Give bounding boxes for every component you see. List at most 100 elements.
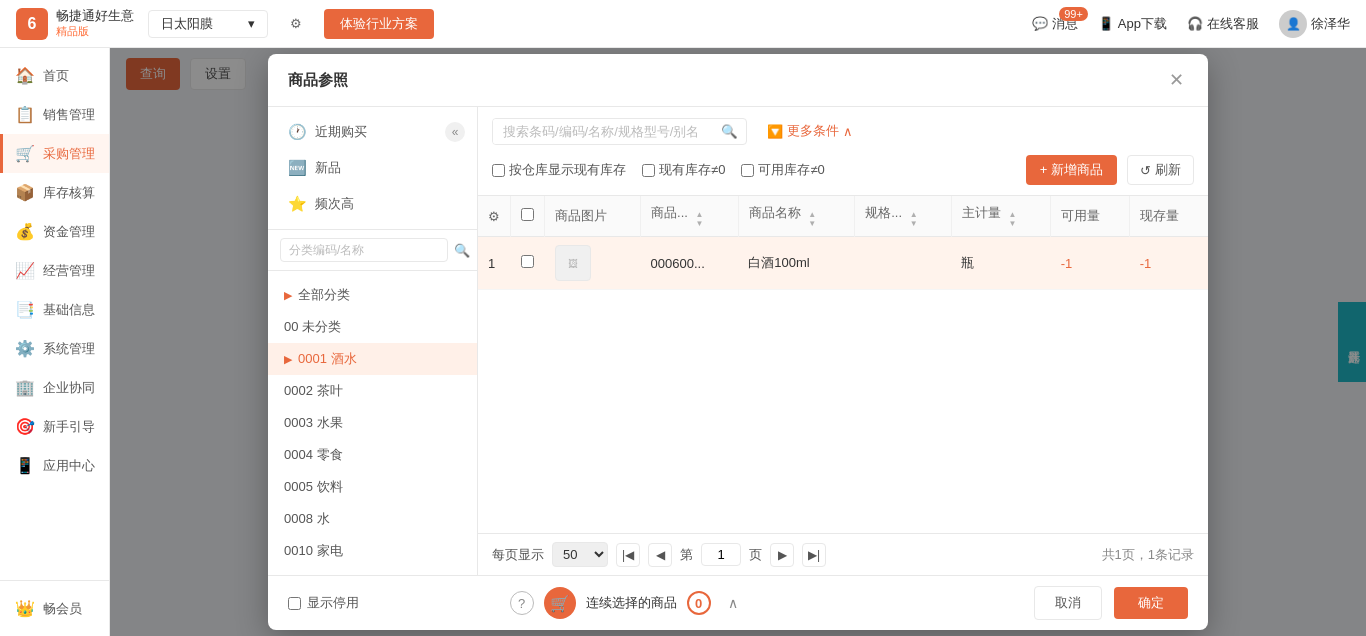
current-stock-checkbox[interactable] (642, 164, 655, 177)
app-icon: 📱 (1098, 16, 1114, 31)
product-table: ⚙ 商品图片 商品... ▲▼ (478, 196, 1208, 290)
sidebar-item-member[interactable]: 👑 畅会员 (0, 589, 109, 628)
prev-page-button[interactable]: ◀ (648, 543, 672, 567)
th-product-code[interactable]: 商品... ▲▼ (641, 196, 739, 237)
show-disabled-checkbox[interactable] (288, 597, 301, 610)
more-filter-button[interactable]: 🔽 更多条件 ∧ (757, 117, 863, 145)
th-checkbox[interactable] (511, 196, 545, 237)
category-list: ▶ 全部分类 00 未分类 ▶ 0001 酒水 0002 茶 (268, 271, 477, 575)
category-0001[interactable]: ▶ 0001 酒水 (268, 343, 477, 375)
modal-footer: 显示停用 ? 🛒 连续选择的商品 0 ∧ 取消 确定 (268, 575, 1208, 630)
product-reference-modal: 商品参照 ✕ 🕐 近期购买 « (268, 54, 1208, 630)
checkbox-available-stock[interactable]: 可用库存≠0 (741, 161, 824, 179)
user-item[interactable]: 👤 徐泽华 (1279, 10, 1350, 38)
app-download-item[interactable]: 📱 App下载 (1098, 15, 1167, 33)
category-00[interactable]: 00 未分类 (268, 311, 477, 343)
checkbox-warehouse-stock[interactable]: 按仓库显示现有库存 (492, 161, 626, 179)
store-selector[interactable]: 日太阳膜 ▾ (148, 10, 268, 38)
sidebar-item-sales[interactable]: 📋 销售管理 (0, 95, 109, 134)
category-label: 0002 茶叶 (284, 382, 343, 400)
sidebar-item-purchase[interactable]: 🛒 采购管理 (0, 134, 109, 173)
category-label: 0001 酒水 (298, 350, 357, 368)
help-icon[interactable]: ? (510, 591, 534, 615)
quick-new[interactable]: 🆕 新品 (280, 153, 465, 183)
modal-close-button[interactable]: ✕ (1164, 68, 1188, 92)
sidebar-item-finance[interactable]: 💰 资金管理 (0, 212, 109, 251)
modal-overlay: 商品参照 ✕ 🕐 近期购买 « (110, 48, 1366, 636)
select-all-checkbox[interactable] (521, 208, 534, 221)
star-icon: ⭐ (288, 195, 307, 213)
th-product-name[interactable]: 商品名称 ▲▼ (738, 196, 855, 237)
sidebar-item-guide[interactable]: 🎯 新手引导 (0, 407, 109, 446)
page-suffix: 页 (749, 546, 762, 564)
sidebar-item-apps[interactable]: 📱 应用中心 (0, 446, 109, 485)
sidebar-item-basic[interactable]: 📑 基础信息 (0, 290, 109, 329)
sidebar-item-enterprise[interactable]: 🏢 企业协同 (0, 368, 109, 407)
category-search-input[interactable] (280, 238, 448, 262)
next-page-button[interactable]: ▶ (770, 543, 794, 567)
row-select-checkbox[interactable] (521, 255, 534, 268)
quick-frequent[interactable]: ⭐ 频次高 (280, 189, 465, 219)
search-button[interactable]: 🔍 (713, 119, 746, 144)
member-icon: 👑 (15, 599, 35, 618)
category-0002[interactable]: 0002 茶叶 (268, 375, 477, 407)
top-right: 💬 消息 99+ 📱 App下载 🎧 在线客服 👤 徐泽华 (1032, 10, 1350, 38)
settings-icon[interactable]: ⚙ (280, 8, 312, 40)
service-item[interactable]: 🎧 在线客服 (1187, 15, 1259, 33)
last-page-button[interactable]: ▶| (802, 543, 826, 567)
page-number-input[interactable] (701, 543, 741, 566)
category-0010[interactable]: 0010 家电 (268, 535, 477, 567)
row-num: 1 (478, 237, 511, 290)
add-product-button[interactable]: + 新增商品 (1026, 155, 1117, 185)
cart-area: ? 🛒 连续选择的商品 0 ∧ (510, 587, 745, 619)
sidebar-item-home[interactable]: 🏠 首页 (0, 56, 109, 95)
product-stock-cell: -1 (1130, 237, 1208, 290)
first-page-button[interactable]: |◀ (616, 543, 640, 567)
cancel-button[interactable]: 取消 (1034, 586, 1102, 620)
cart-button[interactable]: 🛒 (544, 587, 576, 619)
layout: 🏠 首页 📋 销售管理 🛒 采购管理 📦 库存核算 💰 资金管理 📈 经营管理 … (0, 48, 1366, 636)
category-0004[interactable]: 0004 零食 (268, 439, 477, 471)
th-spec[interactable]: 规格... ▲▼ (855, 196, 952, 237)
show-disabled-label[interactable]: 显示停用 (288, 594, 359, 612)
sidebar-item-inventory[interactable]: 📦 库存核算 (0, 173, 109, 212)
per-page-select[interactable]: 50 10 20 100 (552, 542, 608, 567)
collapse-cart-icon[interactable]: ∧ (721, 591, 745, 615)
category-0005[interactable]: 0005 饮料 (268, 471, 477, 503)
th-unit[interactable]: 主计量 ▲▼ (951, 196, 1050, 237)
sidebar-item-label: 系统管理 (43, 340, 95, 358)
home-icon: 🏠 (15, 66, 35, 85)
quick-recent[interactable]: 🕐 近期购买 (280, 117, 375, 147)
sidebar-item-label: 基础信息 (43, 301, 95, 319)
sort-icon: ▲▼ (696, 211, 704, 228)
trial-button[interactable]: 体验行业方案 (324, 9, 434, 39)
sort-icon: ▲▼ (808, 211, 816, 228)
available-stock-checkbox[interactable] (741, 164, 754, 177)
filter-checkboxes: 按仓库显示现有库存 现有库存≠0 可用库存≠0 (492, 161, 825, 179)
sidebar-item-system[interactable]: ⚙️ 系统管理 (0, 329, 109, 368)
messages-badge: 99+ (1059, 7, 1088, 21)
messages-item[interactable]: 💬 消息 99+ (1032, 15, 1078, 33)
quick-new-label: 新品 (315, 159, 341, 177)
category-0008[interactable]: 0008 水 (268, 503, 477, 535)
refresh-button[interactable]: ↺ 刷新 (1127, 155, 1194, 185)
product-available-cell: -1 (1051, 237, 1130, 290)
th-settings[interactable]: ⚙ (478, 196, 511, 237)
expand-arrow-icon: ▶ (284, 289, 292, 302)
product-image-cell: 🖼 (545, 237, 641, 290)
sidebar-item-operation[interactable]: 📈 经营管理 (0, 251, 109, 290)
collapse-button[interactable]: « (445, 122, 465, 142)
confirm-button[interactable]: 确定 (1114, 587, 1188, 619)
th-stock: 现存量 (1130, 196, 1208, 237)
warehouse-stock-checkbox[interactable] (492, 164, 505, 177)
checkbox-current-stock[interactable]: 现有库存≠0 (642, 161, 725, 179)
category-search-icon[interactable]: 🔍 (454, 243, 470, 258)
store-name: 日太阳膜 (161, 15, 213, 33)
category-0003[interactable]: 0003 水果 (268, 407, 477, 439)
search-toolbar: 🔍 🔽 更多条件 ∧ 按仓库显示现有库存 (478, 107, 1208, 196)
row-checkbox[interactable] (511, 237, 545, 290)
category-all[interactable]: ▶ 全部分类 (268, 279, 477, 311)
product-search-input[interactable] (493, 119, 713, 144)
table-row[interactable]: 1 🖼 000600... 白酒100ml (478, 237, 1208, 290)
apps-icon: 📱 (15, 456, 35, 475)
